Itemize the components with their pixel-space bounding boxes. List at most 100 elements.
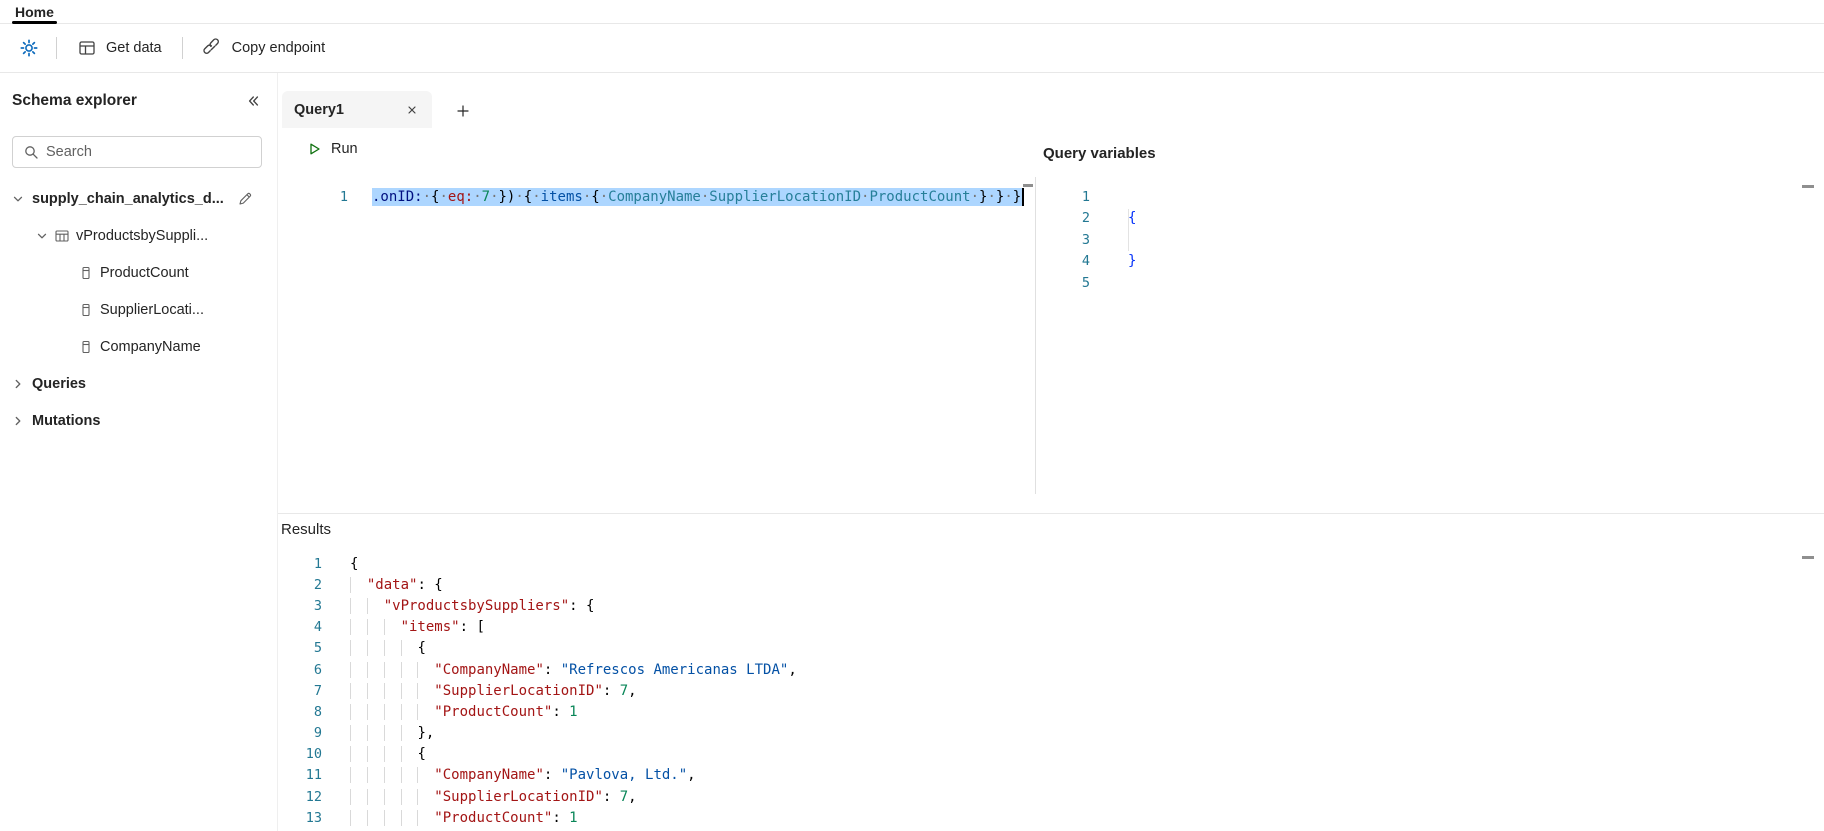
get-data-label: Get data (106, 40, 162, 56)
indent-guide (417, 789, 434, 805)
toolbar: Get data Copy endpoint (0, 24, 1824, 73)
tree-item-vproductsbysuppli[interactable]: vProductsbySuppli... (0, 217, 277, 254)
results-panel: Results 1{2 "data": {3 "vProductsbySuppl… (278, 513, 1824, 831)
results-viewer[interactable]: 1{2 "data": {3 "vProductsbySuppliers": {… (278, 553, 1804, 828)
line-content: }, (350, 725, 434, 741)
query-variables-editor[interactable]: 1 2{3 4} 5 (1057, 186, 1137, 294)
tree-item-supplierlocati[interactable]: SupplierLocati... (0, 291, 277, 328)
code-token: 7 (481, 189, 491, 205)
edit-pencil-icon[interactable] (237, 191, 253, 207)
results-code-line[interactable]: 13 "ProductCount": 1 (278, 807, 1804, 828)
results-code-line[interactable]: 7 "SupplierLocationID": 7, (278, 680, 1804, 701)
main-area: Query1 Run 1 .onID:·{·eq:·7·})·{·items·{·… (278, 73, 1824, 831)
indent-guide (350, 746, 367, 762)
code-token: 7 (619, 682, 629, 699)
query-tab[interactable]: Query1 (282, 91, 432, 128)
tree-item-label: Mutations (32, 412, 101, 429)
line-content: } (1128, 253, 1136, 269)
tree-item-supply-chain-analytics-d[interactable]: supply_chain_analytics_d... (0, 180, 277, 217)
code-token: "items" (400, 619, 460, 636)
variables-code-line[interactable]: 5 (1057, 272, 1136, 294)
close-icon[interactable] (404, 102, 420, 118)
chevron-down-icon[interactable] (12, 191, 28, 207)
copy-endpoint-label: Copy endpoint (231, 40, 326, 56)
code-token: { (350, 555, 359, 572)
search-box[interactable] (12, 136, 262, 168)
settings-button[interactable] (12, 31, 46, 65)
code-token: { (417, 640, 426, 657)
chevron-down-icon[interactable] (36, 228, 52, 244)
variables-code-line[interactable]: 2{ (1057, 208, 1137, 230)
pane-divider[interactable] (1035, 177, 1036, 494)
results-code-line[interactable]: 2 "data": { (278, 574, 1804, 595)
variables-code-line[interactable]: 1 (1057, 186, 1136, 208)
chevron-right-icon[interactable] (12, 413, 28, 429)
code-token: 1 (569, 703, 578, 720)
code-token: · (582, 189, 592, 205)
indent-guide (384, 789, 401, 805)
results-code-line[interactable]: 11 "CompanyName": "Pavlova, Ltd.", (278, 765, 1804, 786)
indent-guide (367, 789, 384, 805)
line-number: 2 (313, 576, 322, 593)
chevron-right-icon[interactable] (12, 376, 28, 392)
tree-item-mutations[interactable]: Mutations (0, 402, 277, 439)
variables-code-line[interactable]: 3 (1057, 229, 1136, 251)
code-token: "vProductsbySuppliers" (383, 597, 570, 614)
variables-code-line[interactable]: 4} (1057, 251, 1137, 273)
code-token: "CompanyName" (434, 767, 544, 784)
code-token: { (1128, 210, 1137, 227)
tree-item-companyname[interactable]: CompanyName (0, 328, 277, 365)
line-number: 3 (1081, 231, 1090, 248)
results-code-line[interactable]: 3 "vProductsbySuppliers": { (278, 595, 1804, 616)
code-token: { (434, 576, 443, 593)
tree-item-queries[interactable]: Queries (0, 365, 277, 402)
play-icon (306, 141, 322, 157)
query-editor[interactable]: 1 .onID:·{·eq:·7·})·{·items·{·CompanyName… (278, 186, 1035, 208)
search-input[interactable] (46, 144, 257, 160)
code-token: · (439, 189, 448, 205)
results-code-line[interactable]: 4 "items": [ (278, 617, 1804, 638)
collapse-panel-button[interactable] (243, 91, 263, 111)
results-code-line[interactable]: 1{ (278, 553, 1804, 574)
results-code-line[interactable]: 12 "SupplierLocationID": 7, (278, 786, 1804, 807)
code-token: : (417, 576, 435, 593)
indent-guide (401, 746, 418, 762)
code-token: , (788, 661, 797, 678)
results-code-line[interactable]: 9 }, (278, 723, 1804, 744)
code-token: { (586, 597, 595, 614)
code-token: , (687, 767, 696, 784)
tree-item-label: CompanyName (100, 338, 201, 355)
code-token: } (1012, 189, 1022, 205)
results-code-line[interactable]: 6 "CompanyName": "Refrescos Americanas L… (278, 659, 1804, 680)
indent-guide (384, 704, 401, 720)
indent-guide (401, 683, 418, 699)
indent-guide (350, 683, 367, 699)
indent-guide (384, 640, 401, 656)
copy-endpoint-button[interactable]: Copy endpoint (193, 31, 336, 65)
run-button[interactable]: Run (306, 137, 358, 161)
editor-code-line[interactable]: 1 .onID:·{·eq:·7·})·{·items·{·CompanyName… (278, 186, 1035, 208)
indent-guide (350, 577, 367, 593)
line-content: "ProductCount": 1 (350, 810, 577, 826)
code-token: , (628, 682, 637, 699)
line-number: 2 (1081, 210, 1090, 227)
line-content: { (350, 556, 358, 572)
results-code-line[interactable]: 10 { (278, 744, 1804, 765)
tree-item-productcount[interactable]: ProductCount (0, 254, 277, 291)
code-token: , (628, 788, 637, 805)
new-tab-button[interactable] (450, 98, 476, 124)
line-content: { (350, 746, 425, 762)
code-token: items (540, 189, 583, 205)
line-content: "SupplierLocationID": 7, (350, 682, 637, 699)
results-code-line[interactable]: 5 { (278, 638, 1804, 659)
indent-guide (350, 704, 367, 720)
tab-home[interactable]: Home (12, 0, 57, 24)
double-chevron-left-icon (245, 93, 261, 109)
get-data-button[interactable]: Get data (67, 31, 172, 65)
indent-guide (401, 767, 418, 783)
results-code-line[interactable]: 8 "ProductCount": 1 (278, 701, 1804, 722)
indent-guide (367, 810, 384, 826)
line-number: 4 (313, 619, 322, 636)
code-token: .onID: (372, 189, 423, 205)
indent-guide (350, 767, 367, 783)
